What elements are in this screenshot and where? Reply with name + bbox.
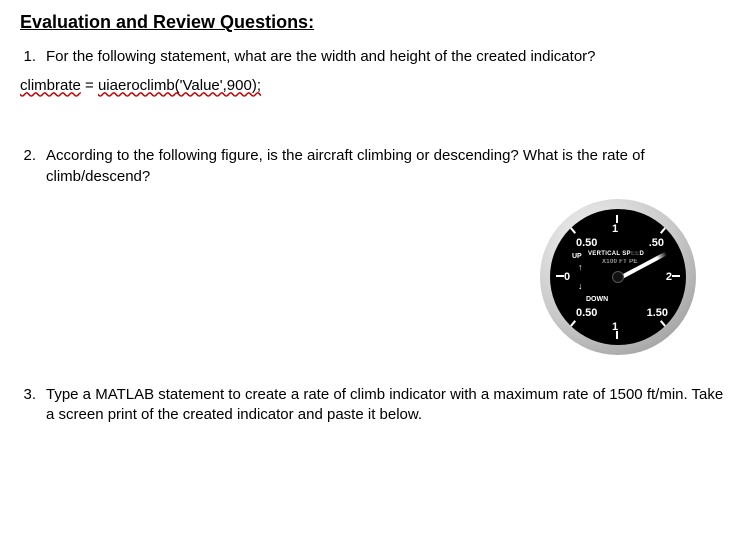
code-equals: =: [81, 77, 98, 94]
tick: [570, 320, 576, 327]
tick: [660, 227, 666, 234]
tick: [570, 227, 576, 234]
question-text: For the following statement, what are th…: [46, 47, 732, 67]
question-number: 1.: [20, 47, 46, 67]
arrow-up-icon: ↑: [578, 262, 583, 272]
gauge-scale-bl: 0.50: [576, 307, 597, 319]
gauge-container: 1 0.50 .50 0 2 0.50 1.50 1 VERTICAL SPEE…: [20, 199, 732, 355]
gauge-scale-top: 1: [612, 223, 618, 235]
question-text: According to the following figure, is th…: [46, 146, 732, 187]
gauge-label-down: DOWN: [586, 296, 608, 303]
gauge-label-vertical: VERTICAL SPEED: [588, 251, 644, 257]
code-call: uiaeroclimb('Value',900);: [98, 77, 261, 94]
gauge-bezel: 1 0.50 .50 0 2 0.50 1.50 1 VERTICAL SPEE…: [540, 199, 696, 355]
arrow-down-icon: ↓: [578, 281, 583, 291]
tick: [616, 215, 618, 223]
question-1: 1. For the following statement, what are…: [20, 47, 732, 67]
gauge-scale-tr: .50: [649, 237, 664, 249]
gauge-scale-right: 2: [666, 271, 672, 283]
question-text: Type a MATLAB statement to create a rate…: [46, 385, 732, 426]
question-2: 2. According to the following figure, is…: [20, 146, 732, 187]
tick: [672, 275, 680, 277]
question-3: 3. Type a MATLAB statement to create a r…: [20, 385, 732, 426]
question-number: 3.: [20, 385, 46, 426]
tick: [556, 275, 564, 277]
code-statement: climbrate = uiaeroclimb('Value',900);: [20, 77, 732, 94]
gauge-scale-left: 0: [564, 271, 570, 283]
gauge-hub: [612, 271, 624, 283]
question-number: 2.: [20, 146, 46, 187]
section-title: Evaluation and Review Questions:: [20, 12, 732, 33]
gauge-label-up: UP: [572, 253, 582, 260]
tick: [660, 320, 666, 327]
gauge-scale-br: 1.50: [647, 307, 668, 319]
code-variable: climbrate: [20, 77, 81, 94]
vsi-gauge-face: 1 0.50 .50 0 2 0.50 1.50 1 VERTICAL SPEE…: [550, 209, 686, 345]
gauge-scale-bottom: 1: [612, 321, 618, 333]
gauge-label-units: X100 FT PE: [602, 259, 638, 265]
gauge-scale-tl: 0.50: [576, 237, 597, 249]
